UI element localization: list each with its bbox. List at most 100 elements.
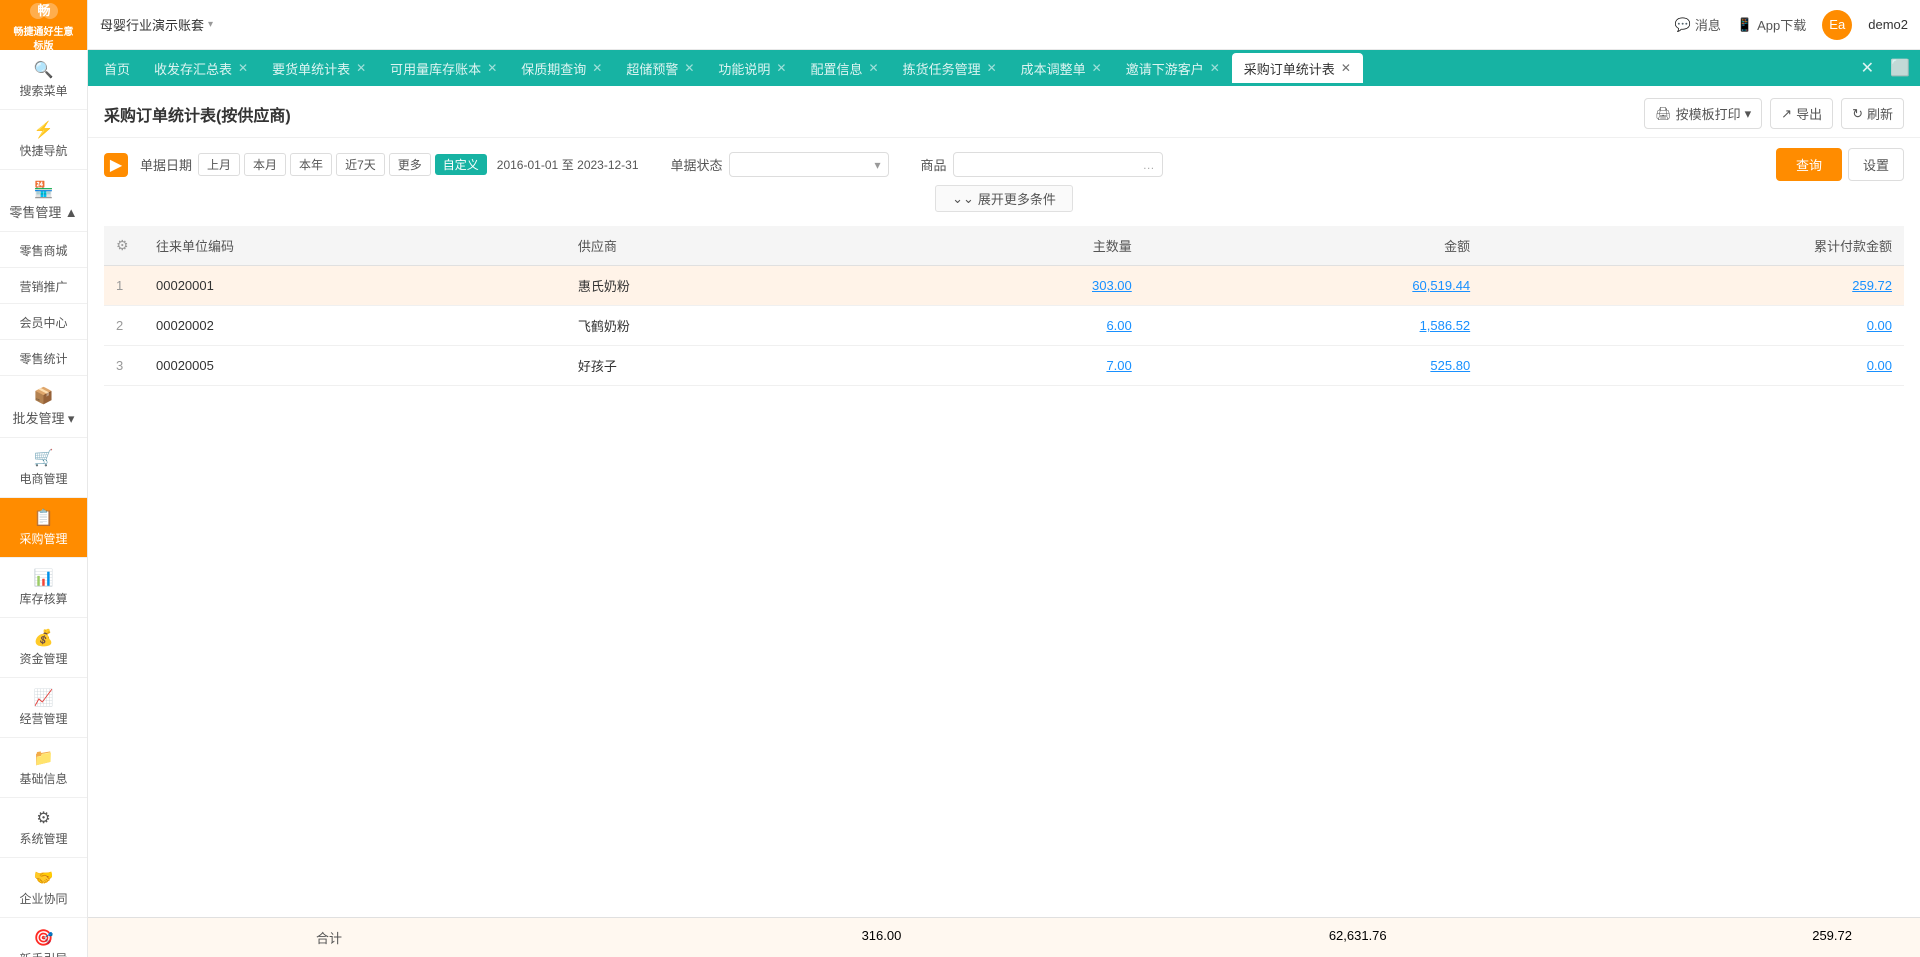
row-1-qty-link[interactable]: 303.00 bbox=[1092, 278, 1132, 293]
sidebar-item-retail-mall[interactable]: 零售商城 bbox=[0, 232, 87, 268]
status-filter-label: 单据状态 bbox=[671, 155, 723, 174]
sidebar-item-guide[interactable]: 🎯 新手引导 bbox=[0, 918, 87, 957]
tab-funcdesc[interactable]: 功能说明 ✕ bbox=[706, 53, 798, 83]
goods-input[interactable] bbox=[953, 152, 1163, 177]
tab-collect[interactable]: 收发存汇总表 ✕ bbox=[142, 53, 260, 83]
tabbar-actions: ✕ ⬜ bbox=[1855, 56, 1916, 80]
row-1-supplier: 惠氏奶粉 bbox=[566, 266, 880, 306]
sidebar-item-wholesale-label: 批发管理 ▾ bbox=[4, 408, 83, 427]
tab-invite[interactable]: 邀请下游客户 ✕ bbox=[1114, 53, 1232, 83]
date-shortcut-7days[interactable]: 近7天 bbox=[336, 153, 385, 176]
row-1-paid-link[interactable]: 259.72 bbox=[1852, 278, 1892, 293]
sidebar-item-wholesale[interactable]: 📦 批发管理 ▾ bbox=[0, 376, 87, 438]
tab-overstock-close[interactable]: ✕ bbox=[684, 61, 694, 75]
sidebar-item-retail-stat[interactable]: 零售统计 bbox=[0, 340, 87, 376]
column-settings-icon[interactable]: ⚙ bbox=[116, 237, 129, 253]
row-3-paid: 0.00 bbox=[1482, 346, 1904, 386]
table-body: 1 00020001 惠氏奶粉 303.00 60,519.44 259.72 bbox=[104, 266, 1904, 386]
user-avatar[interactable]: Ea bbox=[1822, 10, 1852, 40]
tab-stock[interactable]: 可用量库存账本 ✕ bbox=[378, 53, 509, 83]
sidebar-item-basic[interactable]: 📁 基础信息 bbox=[0, 738, 87, 798]
user-initial: Ea bbox=[1829, 17, 1845, 32]
row-2-qty-link[interactable]: 6.00 bbox=[1106, 318, 1131, 333]
query-button[interactable]: 查询 bbox=[1776, 148, 1842, 181]
tab-stock-close[interactable]: ✕ bbox=[487, 61, 497, 75]
status-select[interactable] bbox=[729, 152, 889, 177]
sidebar-item-retail[interactable]: 🏪 零售管理 ▲ bbox=[0, 170, 87, 232]
tab-maximize-btn[interactable]: ⬜ bbox=[1884, 56, 1916, 80]
goods-input-more[interactable]: … bbox=[1143, 158, 1155, 172]
app-download-label: App下载 bbox=[1757, 15, 1806, 34]
tab-config[interactable]: 配置信息 ✕ bbox=[798, 53, 890, 83]
date-shortcut-more[interactable]: 更多 bbox=[389, 153, 431, 176]
tab-picktask[interactable]: 拣货任务管理 ✕ bbox=[891, 53, 1009, 83]
tab-expiry-close[interactable]: ✕ bbox=[592, 61, 602, 75]
tab-costadjust[interactable]: 成本调整单 ✕ bbox=[1009, 53, 1114, 83]
date-shortcut-thisyear[interactable]: 本年 bbox=[290, 153, 332, 176]
tab-costadjust-label: 成本调整单 bbox=[1021, 59, 1086, 78]
message-action[interactable]: 💬 消息 bbox=[1675, 15, 1721, 34]
sidebar-item-purchase[interactable]: 📋 采购管理 bbox=[0, 498, 87, 558]
tab-invite-close[interactable]: ✕ bbox=[1210, 61, 1220, 75]
sidebar-item-enterprise[interactable]: 🤝 企业协同 bbox=[0, 858, 87, 918]
operation-icon: 📈 bbox=[4, 688, 83, 708]
tab-config-label: 配置信息 bbox=[810, 59, 862, 78]
row-2-amount-link[interactable]: 1,586.52 bbox=[1420, 318, 1471, 333]
settings-button[interactable]: 设置 bbox=[1848, 148, 1904, 181]
row-1-index: 1 bbox=[104, 266, 144, 306]
sidebar-item-members[interactable]: 会员中心 bbox=[0, 304, 87, 340]
filter-toggle-button[interactable]: ▶ bbox=[104, 153, 128, 177]
sidebar-item-search[interactable]: 🔍 搜索菜单 bbox=[0, 50, 87, 110]
tab-require[interactable]: 要货单统计表 ✕ bbox=[260, 53, 378, 83]
workspace-selector[interactable]: 母婴行业演示账套 ▾ bbox=[100, 15, 213, 34]
export-button[interactable]: ↗ 导出 bbox=[1770, 98, 1833, 129]
row-2-index: 2 bbox=[104, 306, 144, 346]
row-3-qty-link[interactable]: 7.00 bbox=[1106, 358, 1131, 373]
tab-purchasestat[interactable]: 采购订单统计表 ✕ bbox=[1232, 53, 1363, 83]
tab-collect-close[interactable]: ✕ bbox=[238, 61, 248, 75]
table-row: 3 00020005 好孩子 7.00 525.80 0.00 bbox=[104, 346, 1904, 386]
tab-overstock[interactable]: 超储预警 ✕ bbox=[614, 53, 706, 83]
tab-invite-label: 邀请下游客户 bbox=[1126, 59, 1204, 78]
retail-icon: 🏪 bbox=[4, 180, 83, 200]
date-range-display: 2016-01-01 至 2023-12-31 bbox=[497, 156, 639, 173]
template-print-button[interactable]: 🖨 按模板打印 ▾ bbox=[1644, 98, 1762, 129]
table-row: 2 00020002 飞鹤奶粉 6.00 1,586.52 0.00 bbox=[104, 306, 1904, 346]
tab-require-close[interactable]: ✕ bbox=[356, 61, 366, 75]
date-shortcut-thismonth[interactable]: 本月 bbox=[244, 153, 286, 176]
goods-filter-label: 商品 bbox=[921, 155, 947, 174]
app-download-action[interactable]: 📱 App下载 bbox=[1737, 15, 1806, 34]
finance-icon: 💰 bbox=[4, 628, 83, 648]
tab-home[interactable]: 首页 bbox=[92, 53, 142, 83]
tab-config-close[interactable]: ✕ bbox=[869, 61, 879, 75]
tab-close-all-btn[interactable]: ✕ bbox=[1855, 56, 1880, 80]
row-2-qty: 6.00 bbox=[880, 306, 1144, 346]
tab-picktask-close[interactable]: ✕ bbox=[987, 61, 997, 75]
tab-expiry[interactable]: 保质期查询 ✕ bbox=[509, 53, 614, 83]
template-arrow-icon: ▾ bbox=[1745, 106, 1752, 122]
sidebar-item-shortcut[interactable]: ⚡ 快捷导航 bbox=[0, 110, 87, 170]
tabbar: 首页 收发存汇总表 ✕ 要货单统计表 ✕ 可用量库存账本 ✕ 保质期查询 ✕ 超… bbox=[88, 50, 1920, 86]
tab-costadjust-close[interactable]: ✕ bbox=[1092, 61, 1102, 75]
row-3-amount-link[interactable]: 525.80 bbox=[1430, 358, 1470, 373]
workspace-arrow: ▾ bbox=[208, 19, 213, 30]
expand-conditions-button[interactable]: ⌄⌄ 展开更多条件 bbox=[935, 185, 1073, 212]
message-icon: 💬 bbox=[1675, 17, 1691, 33]
tab-funcdesc-close[interactable]: ✕ bbox=[776, 61, 786, 75]
data-table: ⚙ 往来单位编码 供应商 主数量 金额 累计付款金额 1 00020001 惠氏… bbox=[104, 226, 1904, 386]
row-1-amount-link[interactable]: 60,519.44 bbox=[1412, 278, 1470, 293]
goods-input-wrapper: … bbox=[953, 152, 1163, 177]
sidebar-item-inventory[interactable]: 📊 库存核算 bbox=[0, 558, 87, 618]
sidebar-item-system[interactable]: ⚙ 系统管理 bbox=[0, 798, 87, 858]
tab-purchasestat-close[interactable]: ✕ bbox=[1341, 61, 1351, 75]
tab-stock-label: 可用量库存账本 bbox=[390, 59, 481, 78]
row-2-paid-link[interactable]: 0.00 bbox=[1867, 318, 1892, 333]
sidebar-item-finance[interactable]: 💰 资金管理 bbox=[0, 618, 87, 678]
sidebar-item-ecommerce[interactable]: 🛒 电商管理 bbox=[0, 438, 87, 498]
date-custom-badge[interactable]: 自定义 bbox=[435, 154, 487, 175]
sidebar-item-operation[interactable]: 📈 经营管理 bbox=[0, 678, 87, 738]
sidebar-item-marketing[interactable]: 营销推广 bbox=[0, 268, 87, 304]
refresh-button[interactable]: ↻ 刷新 bbox=[1841, 98, 1904, 129]
date-shortcut-lastmonth[interactable]: 上月 bbox=[198, 153, 240, 176]
row-3-paid-link[interactable]: 0.00 bbox=[1867, 358, 1892, 373]
